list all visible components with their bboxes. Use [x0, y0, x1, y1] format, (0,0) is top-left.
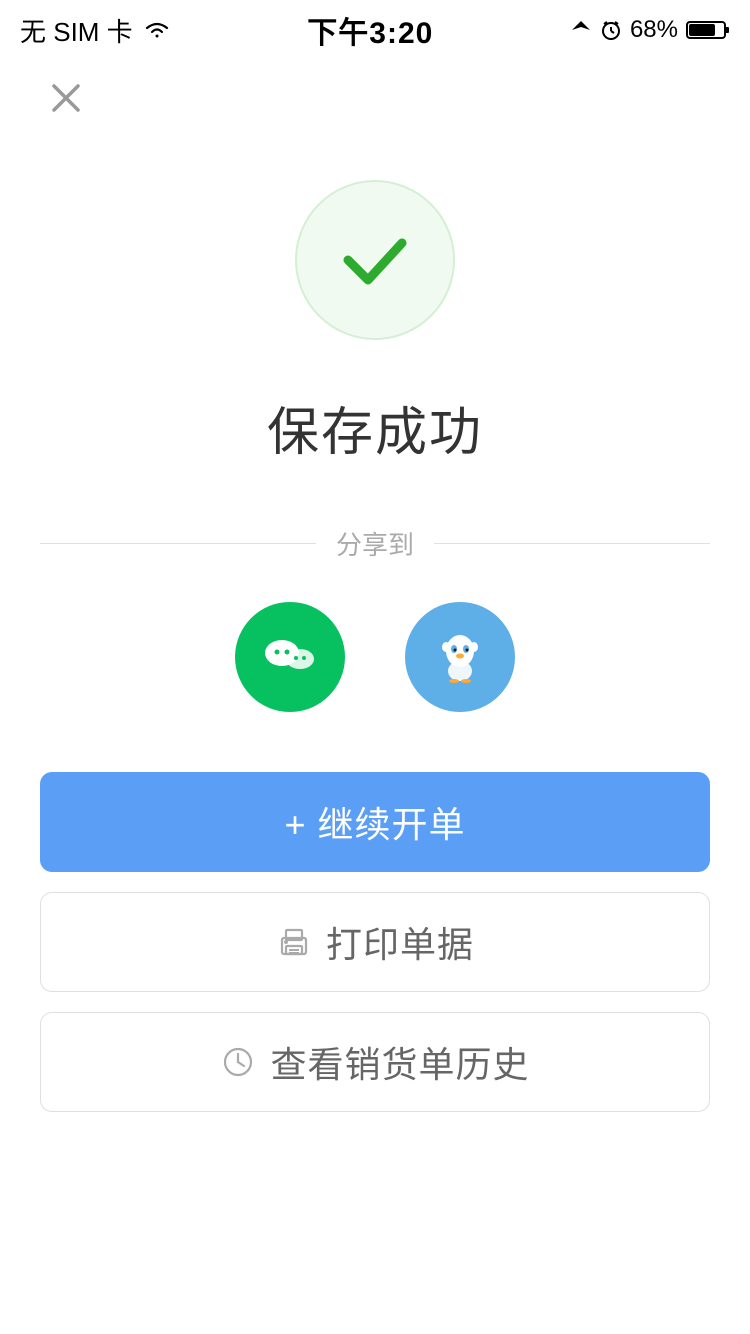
history-icon — [220, 1044, 256, 1080]
status-left: 无 SIM 卡 — [20, 12, 171, 49]
print-button[interactable]: 打印单据 — [40, 892, 710, 992]
wifi-icon — [143, 20, 171, 40]
success-circle — [295, 180, 455, 340]
sim-label: 无 SIM 卡 — [20, 12, 133, 49]
checkmark-icon — [330, 215, 420, 305]
alarm-icon — [600, 19, 622, 41]
share-section: 分享到 — [0, 525, 750, 712]
divider-left — [40, 543, 316, 544]
qq-share-button[interactable] — [405, 602, 515, 712]
action-buttons: + 继续开单 打印单据 查看销货单历史 — [0, 772, 750, 1112]
print-label: 打印单据 — [326, 916, 474, 968]
close-button[interactable] — [40, 72, 92, 124]
continue-button[interactable]: + 继续开单 — [40, 772, 710, 872]
status-time: 下午3:20 — [307, 8, 433, 52]
main-content: 保存成功 分享到 — [0, 60, 750, 1112]
status-bar: 无 SIM 卡 下午3:20 68% — [0, 0, 750, 60]
history-label: 查看销货单历史 — [270, 1036, 529, 1088]
success-title: 保存成功 — [267, 390, 483, 465]
wechat-share-button[interactable] — [235, 602, 345, 712]
status-right: 68% — [570, 16, 730, 44]
battery-percent: 68% — [630, 16, 678, 44]
divider-right — [434, 543, 710, 544]
wechat-icon-svg — [258, 625, 322, 689]
history-button[interactable]: 查看销货单历史 — [40, 1012, 710, 1112]
print-icon — [276, 924, 312, 960]
battery-icon — [686, 19, 730, 41]
share-label: 分享到 — [316, 525, 434, 562]
qq-icon-svg — [428, 625, 492, 689]
share-icons — [235, 602, 515, 712]
location-icon — [570, 19, 592, 41]
share-divider: 分享到 — [0, 525, 750, 562]
